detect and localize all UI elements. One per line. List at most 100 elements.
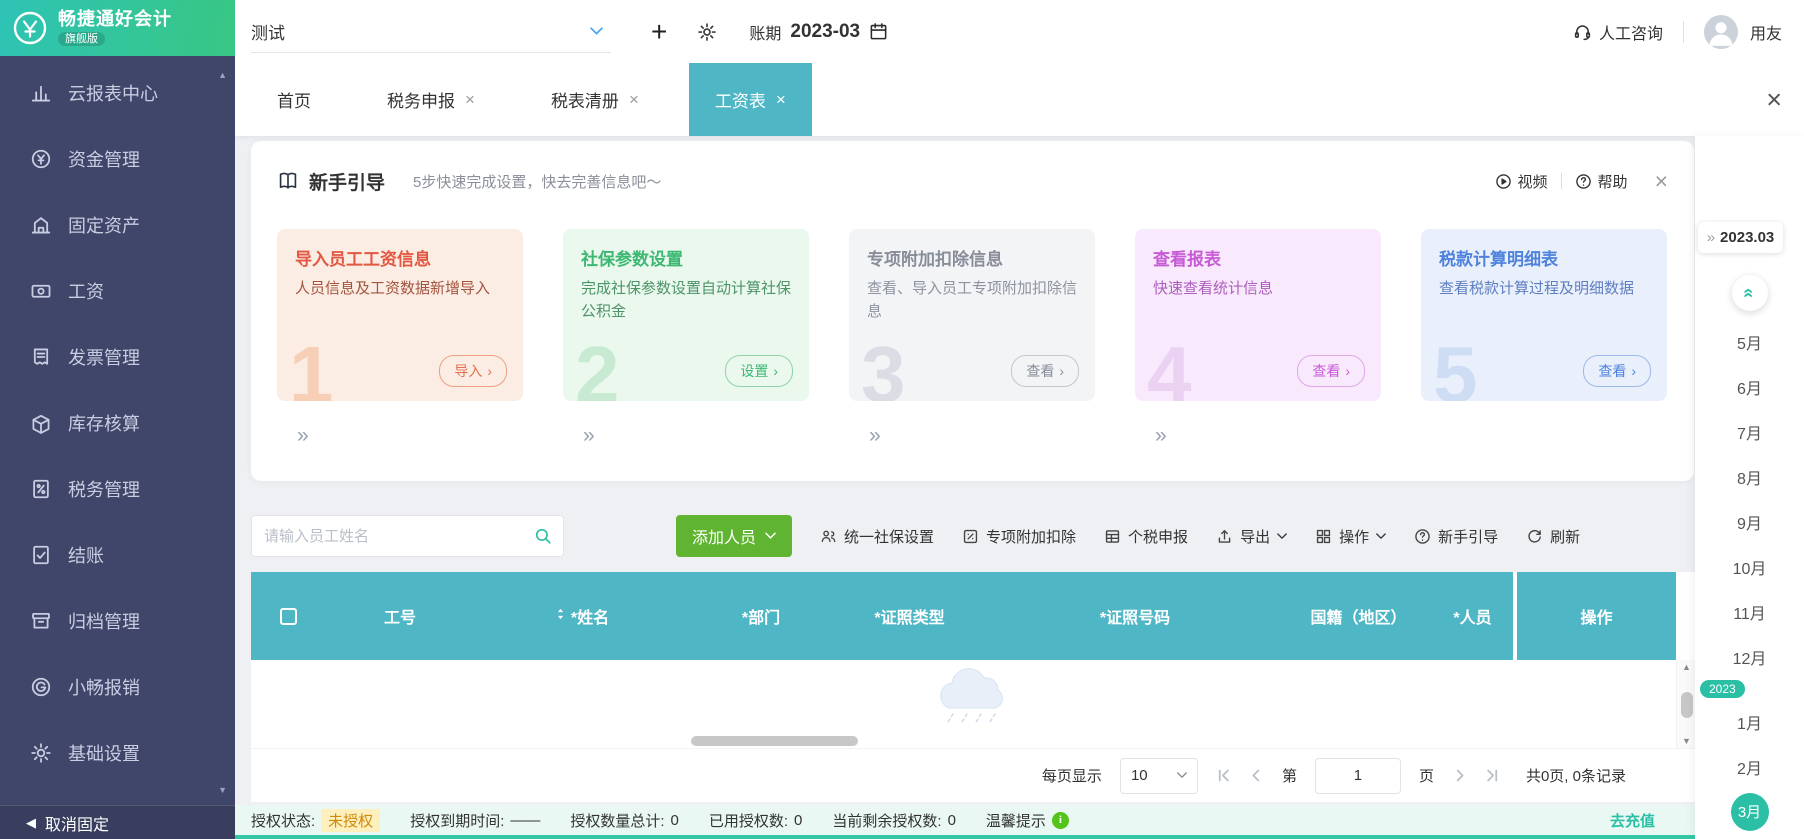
close-panel-icon[interactable]: × <box>1766 86 1782 113</box>
sidebar-item-label: 归档管理 <box>68 612 140 632</box>
guide-step-action-button[interactable]: 查看 › <box>1583 355 1651 387</box>
month-item[interactable]: 6月 <box>1695 364 1804 409</box>
period-calendar-panel: » 2023.03 « 5月 6月 7月 8月 9月 10月 11月 12月 2… <box>1695 136 1804 839</box>
info-icon[interactable]: i <box>1051 811 1069 829</box>
header-checkbox-cell <box>251 572 325 660</box>
guide-step-action-button[interactable]: 设置 › <box>725 355 793 387</box>
social-security-icon <box>820 528 837 545</box>
month-item[interactable]: 8月 <box>1695 454 1804 499</box>
prev-page-icon[interactable] <box>1249 768 1264 783</box>
tab-home[interactable]: 首页 <box>251 63 337 136</box>
new-tab-button[interactable]: + <box>651 17 667 46</box>
last-page-icon[interactable] <box>1485 768 1500 783</box>
guide-close-icon[interactable]: × <box>1655 169 1668 193</box>
month-item[interactable]: 10月 <box>1695 544 1804 589</box>
help-link[interactable]: 帮助 <box>1575 171 1628 192</box>
sidebar-scroll-up-icon[interactable]: ▲ <box>218 70 227 80</box>
sidebar-item-funds[interactable]: 资金管理 <box>0 126 235 192</box>
month-item[interactable]: 9月 <box>1695 499 1804 544</box>
vertical-scrollbar: ▲ ▼ <box>1676 660 1696 749</box>
guide-step-action-button[interactable]: 查看 › <box>1011 355 1079 387</box>
scroll-up-icon[interactable]: ▲ <box>1682 663 1691 672</box>
video-link[interactable]: 视频 <box>1495 171 1548 192</box>
user-name[interactable]: 用友 <box>1750 20 1782 44</box>
month-item[interactable]: 1月 <box>1695 699 1804 744</box>
gear-icon[interactable] <box>697 22 717 42</box>
operation-button[interactable]: 操作 <box>1315 526 1386 547</box>
month-item[interactable]: 12月 <box>1695 634 1804 679</box>
tab-tax-declaration[interactable]: 税务申报 × <box>361 63 501 136</box>
tab-salary-sheet[interactable]: 工资表 × <box>688 63 812 136</box>
tab-tax-register[interactable]: 税表清册 × <box>525 63 665 136</box>
unpin-sidebar-button[interactable]: ◀ 取消固定 <box>0 805 235 839</box>
tab-close-icon[interactable]: × <box>629 91 639 108</box>
first-page-icon[interactable] <box>1216 768 1231 783</box>
per-page-select[interactable]: 10 <box>1119 757 1198 794</box>
calendar-icon[interactable] <box>869 22 888 41</box>
sidebar-item-tax[interactable]: 税务管理 <box>0 456 235 522</box>
month-item[interactable]: 4月 <box>1695 834 1804 839</box>
month-item[interactable]: 7月 <box>1695 409 1804 454</box>
license-status-bar: 授权状态: 未授权 授权到期时间: —— 授权数量总计: 0 已用授权数: 0 … <box>235 805 1695 835</box>
month-item[interactable]: 2月 <box>1695 744 1804 789</box>
sidebar-item-cloud-reports[interactable]: 云报表中心 <box>0 60 235 126</box>
guide-step-title: 专项附加扣除信息 <box>867 250 1003 269</box>
refresh-icon <box>1526 528 1543 545</box>
tab-label: 税表清册 <box>550 92 619 111</box>
guide-title: 新手引导 <box>309 172 386 194</box>
year-badge[interactable]: 2023 <box>1700 677 1745 701</box>
double-chevron-icon[interactable]: » <box>277 425 523 446</box>
current-period-button[interactable]: » 2023.03 <box>1697 222 1784 253</box>
workspace-select[interactable]: 测试 <box>251 11 611 53</box>
add-employee-button[interactable]: 添加人员 <box>676 515 793 557</box>
sidebar-item-invoice[interactable]: 发票管理 <box>0 324 235 390</box>
next-page-icon[interactable] <box>1452 768 1467 783</box>
guide-step-action-button[interactable]: 导入 › <box>439 355 507 387</box>
vertical-scrollbar-thumb[interactable] <box>1680 691 1693 718</box>
double-chevron-icon[interactable]: » <box>849 425 1095 446</box>
sort-icon[interactable] <box>554 607 567 626</box>
horizontal-scrollbar[interactable] <box>691 736 858 746</box>
sidebar-item-settings[interactable]: 基础设置 <box>0 720 235 786</box>
search-input[interactable] <box>251 515 564 557</box>
column-header-department: *部门 <box>688 572 834 660</box>
beginner-guide-button[interactable]: 新手引导 <box>1414 526 1498 547</box>
tab-close-icon[interactable]: × <box>465 91 475 108</box>
arrow-right-icon: › <box>487 363 492 379</box>
divider <box>1560 173 1562 189</box>
search-icon[interactable] <box>534 527 552 545</box>
guide-step-desc: 查看、导入员工专项附加扣除信息 <box>867 280 1078 320</box>
avatar[interactable] <box>1703 14 1738 49</box>
support-button[interactable]: 人工咨询 <box>1573 20 1663 44</box>
workspace-name: 测试 <box>251 23 285 43</box>
export-button[interactable]: 导出 <box>1216 526 1287 547</box>
sidebar-item-expense[interactable]: 小畅报销 <box>0 654 235 720</box>
tab-label: 税务申报 <box>387 92 455 111</box>
personal-tax-declare-button[interactable]: 个税申报 <box>1104 526 1188 547</box>
sidebar-scroll-down-icon[interactable]: ▼ <box>218 785 227 795</box>
scroll-down-icon[interactable]: ▼ <box>1682 737 1691 746</box>
select-all-checkbox[interactable] <box>279 607 297 625</box>
column-header-name: *姓名 <box>475 572 688 660</box>
refresh-button[interactable]: 刷新 <box>1526 526 1580 547</box>
tab-close-icon[interactable]: × <box>776 91 786 108</box>
sidebar-item-inventory[interactable]: 库存核算 <box>0 390 235 456</box>
unified-social-security-button[interactable]: 统一社保设置 <box>820 526 934 547</box>
sidebar-item-fixed-assets[interactable]: 固定资产 <box>0 192 235 258</box>
special-deduction-button[interactable]: 专项附加扣除 <box>962 526 1076 547</box>
month-item[interactable]: 11月 <box>1695 589 1804 634</box>
month-item-active[interactable]: 3月 <box>1695 789 1804 834</box>
recharge-link[interactable]: 去充值 <box>1610 810 1655 831</box>
search-box <box>251 515 564 557</box>
double-chevron-icon[interactable]: » <box>563 425 809 446</box>
page-number-input[interactable] <box>1314 757 1401 794</box>
pagination: 每页显示 10 第 页 共0页, 0条记录 <box>251 748 1696 802</box>
calendar-scroll-up-button[interactable]: « <box>1731 275 1768 311</box>
page-prefix-label: 第 <box>1281 768 1297 785</box>
guide-step-action-button[interactable]: 查看 › <box>1297 355 1365 387</box>
double-chevron-icon[interactable]: » <box>1135 425 1381 446</box>
sidebar-item-closing[interactable]: 结账 <box>0 522 235 588</box>
sidebar-item-archive[interactable]: 归档管理 <box>0 588 235 654</box>
sidebar-item-salary[interactable]: 工资 <box>0 258 235 324</box>
month-item[interactable]: 5月 <box>1695 319 1804 364</box>
